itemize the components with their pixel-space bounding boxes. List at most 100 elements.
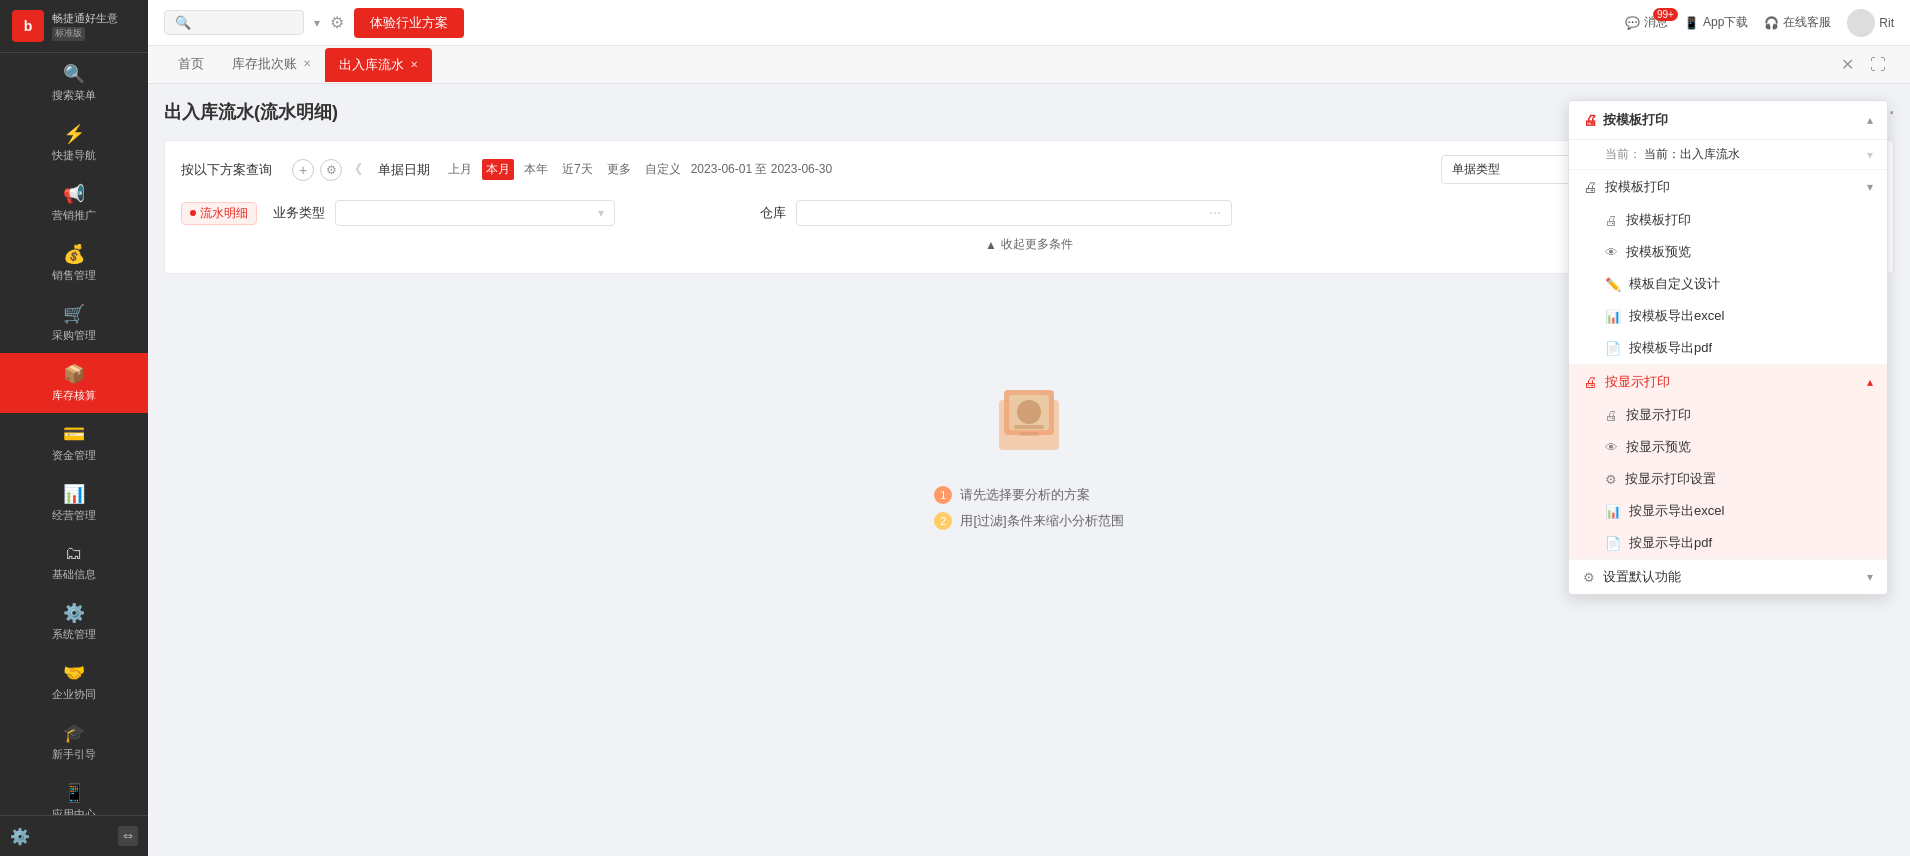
date-shortcut-7days[interactable]: 近7天: [558, 159, 597, 180]
dp-footer[interactable]: ⚙ 设置默认功能 ▾: [1569, 560, 1887, 594]
date-filter: 单据日期 上月 本月 本年 近7天 更多 自定义 2023-06-01 至 20…: [378, 159, 894, 180]
business-type-chevron-icon: ▾: [598, 206, 604, 220]
dp-template-custom-item[interactable]: ✏️ 模板自定义设计: [1569, 268, 1887, 300]
sidebar: b 畅捷通好生意 标准版 🔍 搜索菜单 ⚡ 快捷导航 📢 营销推广 💰 销售管理…: [0, 0, 148, 856]
search-chevron-icon: ▾: [314, 16, 320, 30]
empty-step-1: 1 请先选择要分析的方案: [934, 486, 1123, 504]
active-filter-chip[interactable]: 流水明细: [181, 202, 257, 225]
template-pdf-item-icon: 📄: [1605, 341, 1621, 356]
empty-step-2: 2 用[过滤]条件来缩小分析范围: [934, 512, 1123, 530]
sidebar-scroll: 🔍 搜索菜单 ⚡ 快捷导航 📢 营销推广 💰 销售管理 🛒 采购管理 📦 库存核…: [0, 53, 148, 815]
svg-rect-4: [1014, 425, 1044, 429]
enterprise-icon: 🤝: [63, 662, 85, 684]
tab-batch-account-close[interactable]: ✕: [303, 58, 311, 69]
current-label: 当前：: [1605, 147, 1641, 161]
date-shortcut-this-month[interactable]: 本月: [482, 159, 514, 180]
dp-display-print-item[interactable]: 🖨 按显示打印: [1569, 399, 1887, 431]
dp-display-excel-item[interactable]: 📊 按显示导出excel: [1569, 495, 1887, 527]
logo-tag: 标准版: [52, 27, 85, 41]
search-input[interactable]: [196, 16, 296, 30]
sidebar-item-search[interactable]: 🔍 搜索菜单: [0, 53, 148, 113]
warehouse-input[interactable]: ⋯: [796, 200, 1231, 226]
topbar-gear-icon[interactable]: ⚙: [330, 13, 344, 32]
sidebar-item-base[interactable]: 🗂 基础信息: [0, 533, 148, 592]
svg-rect-5: [1019, 432, 1039, 436]
date-shortcut-this-year[interactable]: 本年: [520, 159, 552, 180]
dp-display-section: 🖨 按显示打印 ▴ 🖨 按显示打印 👁 按显示预览 ⚙ 按显示打印设置 📊 按显…: [1569, 365, 1887, 560]
tab-inout-flow[interactable]: 出入库流水 ✕: [325, 48, 432, 82]
date-shortcuts: 上月 本月 本年 近7天 更多 自定义: [444, 159, 685, 180]
dp-template-print-item[interactable]: 🖨 按模板打印: [1569, 204, 1887, 236]
topbar-right: 💬 消息 99+ 📱 App下载 🎧 在线客服 Rit: [1625, 9, 1894, 37]
sidebar-item-finance[interactable]: 💳 资金管理: [0, 413, 148, 473]
dp-display-pdf-item[interactable]: 📄 按显示导出pdf: [1569, 527, 1887, 559]
business-type-label: 业务类型: [273, 204, 325, 222]
dp-display-settings-item[interactable]: ⚙ 按显示打印设置: [1569, 463, 1887, 495]
sidebar-item-sales[interactable]: 💰 销售管理: [0, 233, 148, 293]
template-print-item-icon: 🖨: [1605, 213, 1618, 228]
sidebar-item-label: 营销推广: [52, 208, 96, 223]
dp-template-excel-item[interactable]: 📊 按模板导出excel: [1569, 300, 1887, 332]
sidebar-item-label: 经营管理: [52, 508, 96, 523]
sidebar-item-marketing[interactable]: 📢 营销推广: [0, 173, 148, 233]
headset-icon: 🎧: [1764, 16, 1779, 30]
business-type-field: 业务类型 ▾: [273, 200, 744, 226]
sidebar-collapse-btn[interactable]: ⇔: [118, 826, 138, 846]
print-header-icon: 🖨: [1583, 112, 1597, 128]
sidebar-item-quick-nav[interactable]: ⚡ 快捷导航: [0, 113, 148, 173]
tab-home[interactable]: 首页: [164, 47, 218, 83]
page-title: 出入库流水(流水明细): [164, 100, 338, 124]
dp-footer-arrow-icon: ▾: [1867, 570, 1873, 584]
template-excel-item-icon: 📊: [1605, 309, 1621, 324]
sidebar-item-operation[interactable]: 📊 经营管理: [0, 473, 148, 533]
finance-icon: 💳: [63, 423, 85, 445]
dp-header: 🖨 按模板打印 ▴: [1569, 101, 1887, 140]
dp-display-preview-item[interactable]: 👁 按显示预览: [1569, 431, 1887, 463]
sidebar-item-label: 采购管理: [52, 328, 96, 343]
dp-template-pdf-item[interactable]: 📄 按模板导出pdf: [1569, 332, 1887, 364]
dp-template-preview-item[interactable]: 👁 按模板预览: [1569, 236, 1887, 268]
topbar-search-box[interactable]: 🔍: [164, 10, 304, 35]
date-range-display: 2023-06-01 至 2023-06-30: [691, 161, 832, 178]
tab-maximize-btn[interactable]: ⛶: [1862, 56, 1894, 74]
business-type-select[interactable]: ▾: [335, 200, 615, 226]
sidebar-item-system[interactable]: ⚙️ 系统管理: [0, 592, 148, 652]
date-filter-label: 单据日期: [378, 161, 438, 179]
template-section-arrow-icon: ▾: [1867, 180, 1873, 194]
user-avatar-area[interactable]: Rit: [1847, 9, 1894, 37]
template-custom-item-icon: ✏️: [1605, 277, 1621, 292]
chip-dot: [190, 210, 196, 216]
filter-settings-btn[interactable]: ⚙: [320, 159, 342, 181]
base-icon: 🗂: [65, 543, 83, 564]
message-btn[interactable]: 💬 消息 99+: [1625, 14, 1668, 31]
tab-batch-account[interactable]: 库存批次账 ✕: [218, 47, 325, 83]
filter-add-btn[interactable]: +: [292, 159, 314, 181]
display-excel-item-icon: 📊: [1605, 504, 1621, 519]
sidebar-item-inventory[interactable]: 📦 库存核算: [0, 353, 148, 413]
trial-button[interactable]: 体验行业方案: [354, 8, 464, 38]
sidebar-item-purchase[interactable]: 🛒 采购管理: [0, 293, 148, 353]
tab-close-all-btn[interactable]: ✕: [1833, 55, 1862, 74]
dp-footer-label: 设置默认功能: [1603, 568, 1867, 586]
template-print-section-label: 按模板打印: [1605, 178, 1867, 196]
online-service-btn[interactable]: 🎧 在线客服: [1764, 14, 1831, 31]
tab-inout-flow-close[interactable]: ✕: [410, 59, 418, 70]
warehouse-more-icon: ⋯: [1209, 206, 1221, 220]
apps-icon: 📱: [63, 782, 85, 804]
display-print-section-icon: 🖨: [1583, 374, 1597, 390]
dp-template-section-header[interactable]: 🖨 按模板打印 ▾: [1569, 170, 1887, 204]
sidebar-item-label: 企业协同: [52, 687, 96, 702]
settings-bottom-icon[interactable]: ⚙️: [10, 827, 30, 846]
sidebar-item-enterprise[interactable]: 🤝 企业协同: [0, 652, 148, 712]
sidebar-item-label: 应用中心: [52, 807, 96, 815]
filter-collapse-btn[interactable]: 《: [348, 161, 362, 179]
template-preview-item-icon: 👁: [1605, 245, 1618, 260]
sidebar-item-guide[interactable]: 🎓 新手引导: [0, 712, 148, 772]
sidebar-item-apps[interactable]: 📱 应用中心: [0, 772, 148, 815]
date-shortcut-prev-month[interactable]: 上月: [444, 159, 476, 180]
date-shortcut-more[interactable]: 更多: [603, 159, 635, 180]
search-icon: 🔍: [175, 15, 191, 30]
dp-display-section-header[interactable]: 🖨 按显示打印 ▴: [1569, 365, 1887, 399]
app-download-btn[interactable]: 📱 App下载: [1684, 14, 1748, 31]
date-shortcut-custom[interactable]: 自定义: [641, 159, 685, 180]
